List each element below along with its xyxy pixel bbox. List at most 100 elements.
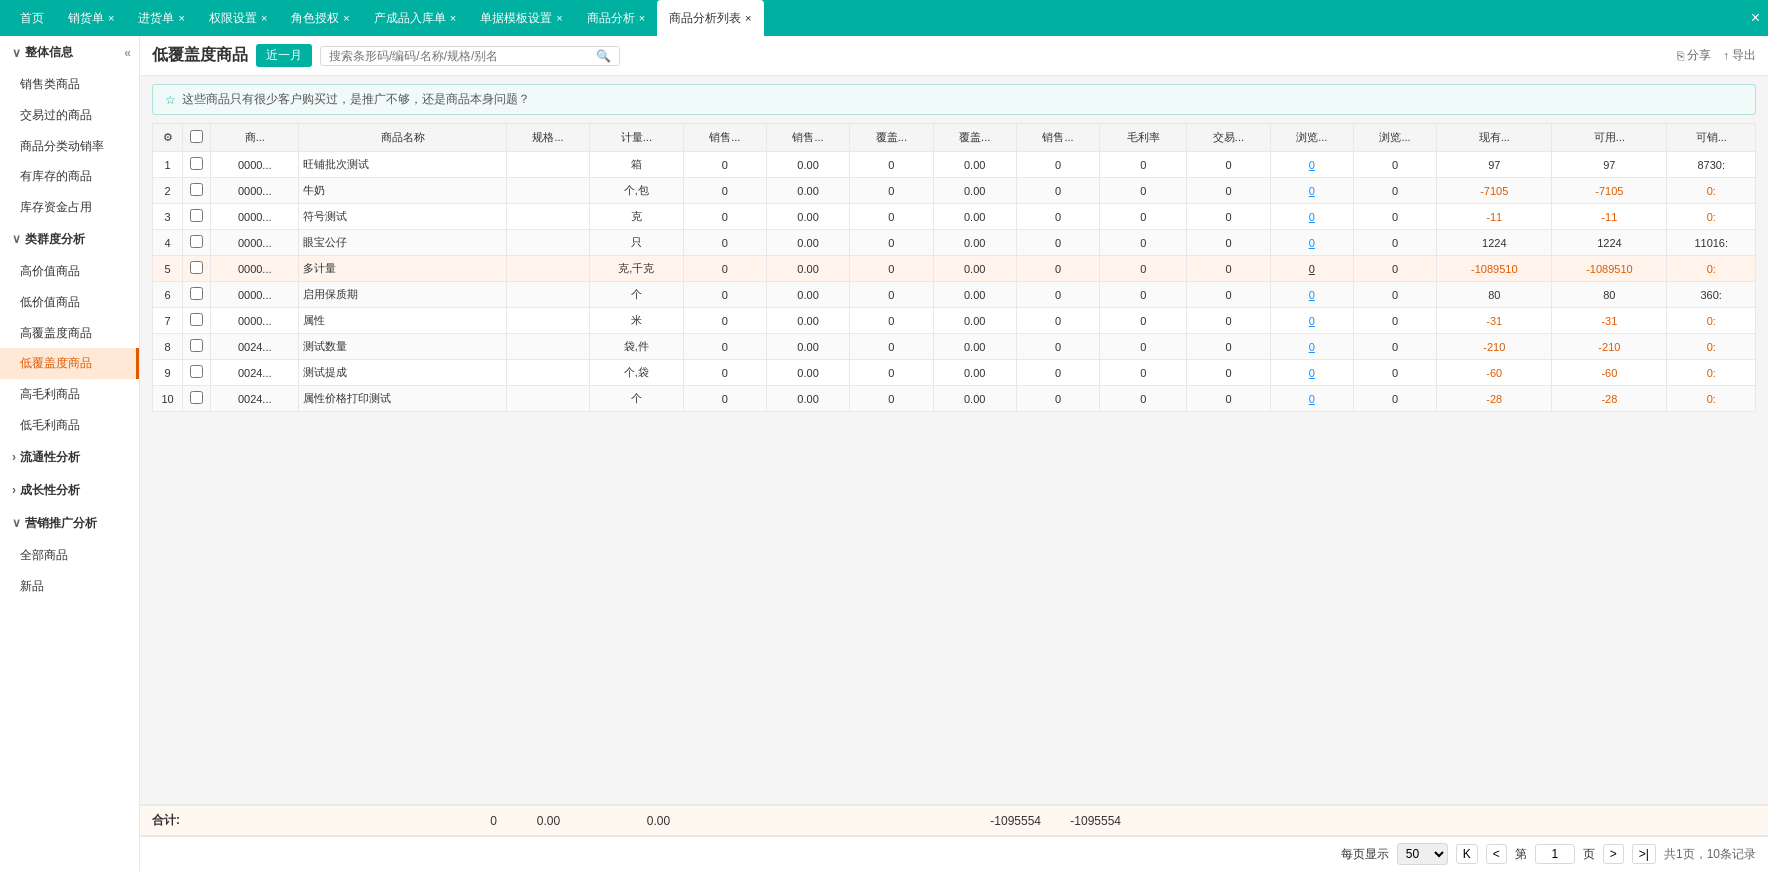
sidebar-item-stock-capital[interactable]: 库存资金占用	[0, 192, 139, 223]
col-settings[interactable]: ⚙	[153, 124, 183, 152]
row-name: 测试提成	[299, 360, 506, 386]
select-all-checkbox[interactable]	[190, 130, 203, 143]
row-stock3: 0:	[1667, 204, 1756, 230]
close-icon[interactable]: ×	[261, 12, 267, 24]
row-num: 10	[153, 386, 183, 412]
row-checkbox[interactable]	[190, 183, 203, 196]
close-icon[interactable]: ×	[639, 12, 645, 24]
sidebar-item-high-value[interactable]: 高价值商品	[0, 256, 139, 287]
row-margin: 0	[1100, 308, 1187, 334]
row-sales2: 0.00	[766, 178, 849, 204]
row-checkbox[interactable]	[190, 391, 203, 404]
share-button[interactable]: ⎘ 分享	[1677, 47, 1711, 64]
sidebar-section-marketing[interactable]: ∨ 营销推广分析	[0, 507, 139, 540]
row-checkbox[interactable]	[190, 339, 203, 352]
close-icon[interactable]: ×	[178, 12, 184, 24]
content-area: 低覆盖度商品 近一月 🔍 ⎘ 分享 ↑ 导出 ☆ 这些商品只有很少客户购买过，是…	[140, 36, 1768, 871]
row-stock2: 97	[1552, 152, 1667, 178]
row-view1[interactable]: 0	[1270, 178, 1353, 204]
window-close-button[interactable]: ×	[1751, 9, 1760, 27]
header-actions: ⎘ 分享 ↑ 导出	[1677, 47, 1756, 64]
next-page-button[interactable]: >	[1603, 844, 1624, 864]
row-stock1: -7105	[1437, 178, 1552, 204]
row-checkbox[interactable]	[190, 287, 203, 300]
nav-role-auth[interactable]: 角色授权 ×	[279, 0, 361, 36]
row-checkbox[interactable]	[190, 365, 203, 378]
row-cover1: 0	[850, 282, 933, 308]
nav-template-settings[interactable]: 单据模板设置 ×	[468, 0, 574, 36]
nav-permission-settings[interactable]: 权限设置 ×	[197, 0, 279, 36]
search-input[interactable]	[329, 49, 592, 63]
col-code-header: 商...	[211, 124, 299, 152]
sidebar-section-group-analysis[interactable]: ∨ 类群度分析	[0, 223, 139, 256]
row-view1[interactable]: 0	[1270, 256, 1353, 282]
prev-page-button[interactable]: <	[1486, 844, 1507, 864]
sidebar-item-stocked-goods[interactable]: 有库存的商品	[0, 161, 139, 192]
sidebar-item-category-dynamic[interactable]: 商品分类动销率	[0, 131, 139, 162]
row-view2: 0	[1353, 334, 1436, 360]
sidebar-collapse-button[interactable]: «	[124, 46, 131, 60]
row-checkbox[interactable]	[190, 157, 203, 170]
row-checkbox-cell	[183, 230, 211, 256]
row-view1[interactable]: 0	[1270, 386, 1353, 412]
sidebar-section-growth[interactable]: › 成长性分析	[0, 474, 139, 507]
row-checkbox[interactable]	[190, 313, 203, 326]
row-stock3: 0:	[1667, 308, 1756, 334]
filter-period-button[interactable]: 近一月	[256, 44, 312, 67]
row-margin: 0	[1100, 152, 1187, 178]
nav-sales-order[interactable]: 销货单 ×	[56, 0, 126, 36]
row-view1[interactable]: 0	[1270, 282, 1353, 308]
row-view1[interactable]: 0	[1270, 230, 1353, 256]
row-unit: 只	[590, 230, 683, 256]
sidebar-item-low-coverage[interactable]: 低覆盖度商品	[0, 348, 139, 379]
nav-home[interactable]: 首页	[8, 0, 56, 36]
row-cover1: 0	[850, 230, 933, 256]
sidebar-item-high-margin[interactable]: 高毛利商品	[0, 379, 139, 410]
nav-purchase-order[interactable]: 进货单 ×	[126, 0, 196, 36]
sidebar-section-overall[interactable]: ∨ 整体信息 «	[0, 36, 139, 69]
sidebar-section-liquidity[interactable]: › 流通性分析	[0, 441, 139, 474]
close-icon[interactable]: ×	[108, 12, 114, 24]
row-view1[interactable]: 0	[1270, 152, 1353, 178]
row-checkbox-cell	[183, 360, 211, 386]
sidebar-item-all-goods[interactable]: 全部商品	[0, 540, 139, 571]
row-name: 属性价格打印测试	[299, 386, 506, 412]
export-button[interactable]: ↑ 导出	[1723, 47, 1756, 64]
row-sales3: 0	[1016, 152, 1099, 178]
last-page-button[interactable]: >|	[1632, 844, 1656, 864]
close-icon[interactable]: ×	[556, 12, 562, 24]
sidebar-item-traded-goods[interactable]: 交易过的商品	[0, 100, 139, 131]
page-size-select[interactable]: 50 20 100	[1397, 843, 1448, 865]
nav-product-analysis[interactable]: 商品分析 ×	[575, 0, 657, 36]
row-checkbox[interactable]	[190, 261, 203, 274]
first-page-button[interactable]: K	[1456, 844, 1478, 864]
nav-product-inbound[interactable]: 产成品入库单 ×	[362, 0, 468, 36]
row-code: 0000...	[211, 308, 299, 334]
row-checkbox-cell	[183, 386, 211, 412]
sidebar-item-new-goods[interactable]: 新品	[0, 571, 139, 602]
row-checkbox[interactable]	[190, 235, 203, 248]
row-view2: 0	[1353, 308, 1436, 334]
sidebar-item-high-coverage[interactable]: 高覆盖度商品	[0, 318, 139, 349]
sidebar-item-sales-goods[interactable]: 销售类商品	[0, 69, 139, 100]
row-view1[interactable]: 0	[1270, 204, 1353, 230]
row-checkbox[interactable]	[190, 209, 203, 222]
sidebar-item-low-value[interactable]: 低价值商品	[0, 287, 139, 318]
row-sales1: 0	[683, 230, 766, 256]
nav-product-analysis-list[interactable]: 商品分析列表 ×	[657, 0, 763, 36]
row-stock3: 360:	[1667, 282, 1756, 308]
total-values: 0 0.00 0.00 -1095554 -1095554	[188, 814, 1756, 828]
sidebar-item-low-margin[interactable]: 低毛利商品	[0, 410, 139, 441]
row-stock3: 0:	[1667, 178, 1756, 204]
row-view1[interactable]: 0	[1270, 334, 1353, 360]
close-icon[interactable]: ×	[450, 12, 456, 24]
row-stock1: 80	[1437, 282, 1552, 308]
page-number-input[interactable]	[1535, 844, 1575, 864]
close-icon[interactable]: ×	[745, 12, 751, 24]
row-view1[interactable]: 0	[1270, 308, 1353, 334]
row-view1[interactable]: 0	[1270, 360, 1353, 386]
row-unit: 个,包	[590, 178, 683, 204]
row-cover2: 0.00	[933, 334, 1016, 360]
row-stock2: -11	[1552, 204, 1667, 230]
close-icon[interactable]: ×	[343, 12, 349, 24]
